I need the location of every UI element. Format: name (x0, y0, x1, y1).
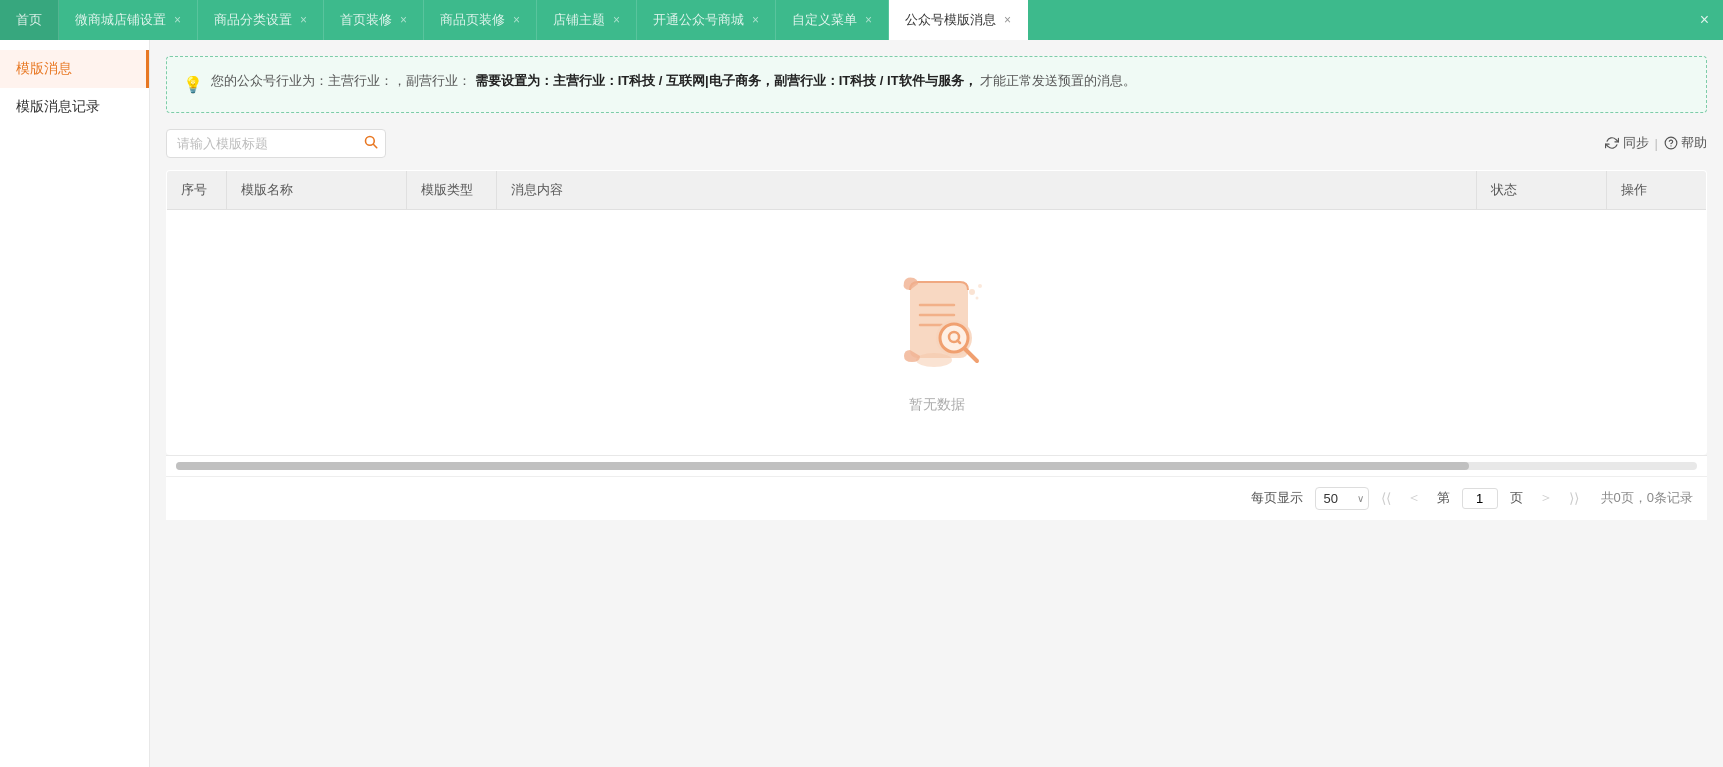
per-page-select-wrap[interactable]: 102050100 (1315, 487, 1369, 510)
svg-point-16 (975, 296, 978, 299)
sidebar-item-template-msg[interactable]: 模版消息 (0, 50, 149, 88)
sidebar: 模版消息模版消息记录 (0, 40, 150, 767)
close-all-button[interactable]: × (1686, 11, 1723, 29)
next-page-button[interactable]: ＞ (1535, 487, 1557, 509)
notice-text-after: 才能正常发送预置的消息。 (980, 73, 1136, 88)
col-header-action: 操作 (1607, 170, 1707, 209)
tab-close-product-category[interactable]: × (300, 13, 307, 27)
col-header-seq: 序号 (167, 170, 227, 209)
page-input[interactable] (1462, 488, 1498, 509)
col-header-name: 模版名称 (227, 170, 407, 209)
divider: | (1655, 136, 1658, 151)
scroll-thumb[interactable] (176, 462, 1469, 470)
tab-label-product-deco: 商品页装修 (440, 11, 505, 29)
search-input-wrap (166, 129, 386, 158)
notice-text-before: 您的公众号行业为：主营行业：，副营行业： (211, 73, 471, 88)
sync-label: 同步 (1623, 134, 1649, 152)
pagination-bar: 每页显示 102050100 ⟨⟨ ＜ 第 页 ＞ ⟩⟩ 共0页，0条记录 (166, 476, 1707, 520)
tab-close-homepage-deco[interactable]: × (400, 13, 407, 27)
search-input[interactable] (166, 129, 386, 158)
tab-close-wechat-shop[interactable]: × (174, 13, 181, 27)
tab-close-custom-menu[interactable]: × (865, 13, 872, 27)
tab-label-home: 首页 (16, 11, 42, 29)
help-label: 帮助 (1681, 134, 1707, 152)
empty-illustration (882, 270, 992, 380)
tab-wechat-shop[interactable]: 微商城店铺设置 × (59, 0, 198, 40)
page-label: 第 (1437, 489, 1450, 507)
main-layout: 模版消息模版消息记录 💡 您的公众号行业为：主营行业：，副营行业： 需要设置为：… (0, 40, 1723, 767)
tab-homepage-deco[interactable]: 首页装修 × (324, 0, 424, 40)
tab-open-mall[interactable]: 开通公众号商城 × (637, 0, 776, 40)
tab-label-shop-theme: 店铺主题 (553, 11, 605, 29)
svg-point-14 (969, 289, 975, 295)
page-unit: 页 (1510, 489, 1523, 507)
sync-button[interactable]: 同步 (1605, 134, 1649, 152)
tab-close-shop-theme[interactable]: × (613, 13, 620, 27)
tab-label-homepage-deco: 首页装修 (340, 11, 392, 29)
notice-box: 💡 您的公众号行业为：主营行业：，副营行业： 需要设置为：主营行业：IT科技 /… (166, 56, 1707, 113)
svg-line-11 (965, 349, 977, 361)
search-bar: 同步 | 帮助 (166, 129, 1707, 158)
tab-home[interactable]: 首页 (0, 0, 59, 40)
help-button[interactable]: 帮助 (1664, 134, 1707, 152)
svg-point-15 (978, 284, 982, 288)
tab-label-product-category: 商品分类设置 (214, 11, 292, 29)
per-page-select[interactable]: 102050100 (1315, 487, 1369, 510)
data-table: 序号模版名称模版类型消息内容状态操作 (166, 170, 1707, 455)
content-area: 💡 您的公众号行业为：主营行业：，副营行业： 需要设置为：主营行业：IT科技 /… (150, 40, 1723, 767)
search-button[interactable] (363, 134, 378, 152)
tab-label-custom-menu: 自定义菜单 (792, 11, 857, 29)
scroll-track-wrap (166, 455, 1707, 476)
per-page-label: 每页显示 (1251, 489, 1303, 507)
col-header-status: 状态 (1477, 170, 1607, 209)
search-right: 同步 | 帮助 (1605, 134, 1707, 152)
tab-label-open-mall: 开通公众号商城 (653, 11, 744, 29)
empty-state: 暂无数据 (167, 210, 1706, 454)
prev-page-button[interactable]: ＜ (1403, 487, 1425, 509)
tab-bar: 首页微商城店铺设置×商品分类设置×首页装修×商品页装修×店铺主题×开通公众号商城… (0, 0, 1723, 40)
tab-label-wechat-shop: 微商城店铺设置 (75, 11, 166, 29)
notice-text-highlight: 需要设置为：主营行业：IT科技 / 互联网|电子商务，副营行业：IT科技 / I… (475, 73, 977, 88)
notice-text: 您的公众号行业为：主营行业：，副营行业： 需要设置为：主营行业：IT科技 / 互… (211, 71, 1136, 92)
tab-product-category[interactable]: 商品分类设置 × (198, 0, 324, 40)
scroll-track[interactable] (176, 462, 1697, 470)
sidebar-item-template-record[interactable]: 模版消息记录 (0, 88, 149, 126)
col-header-content: 消息内容 (497, 170, 1477, 209)
tab-close-product-deco[interactable]: × (513, 13, 520, 27)
tab-close-open-mall[interactable]: × (752, 13, 759, 27)
notice-icon: 💡 (183, 72, 203, 98)
empty-text: 暂无数据 (187, 396, 1686, 414)
col-header-type: 模版类型 (407, 170, 497, 209)
tab-custom-menu[interactable]: 自定义菜单 × (776, 0, 889, 40)
tab-close-template-msg[interactable]: × (1004, 13, 1011, 27)
tab-template-msg[interactable]: 公众号模版消息 × (889, 0, 1028, 40)
tab-shop-theme[interactable]: 店铺主题 × (537, 0, 637, 40)
search-left (166, 129, 386, 158)
total-info: 共0页，0条记录 (1601, 489, 1693, 507)
svg-line-1 (373, 144, 376, 147)
last-page-button[interactable]: ⟩⟩ (1565, 488, 1583, 508)
first-page-button[interactable]: ⟨⟨ (1377, 488, 1395, 508)
tab-product-deco[interactable]: 商品页装修 × (424, 0, 537, 40)
svg-line-13 (957, 340, 960, 343)
tab-label-template-msg: 公众号模版消息 (905, 11, 996, 29)
